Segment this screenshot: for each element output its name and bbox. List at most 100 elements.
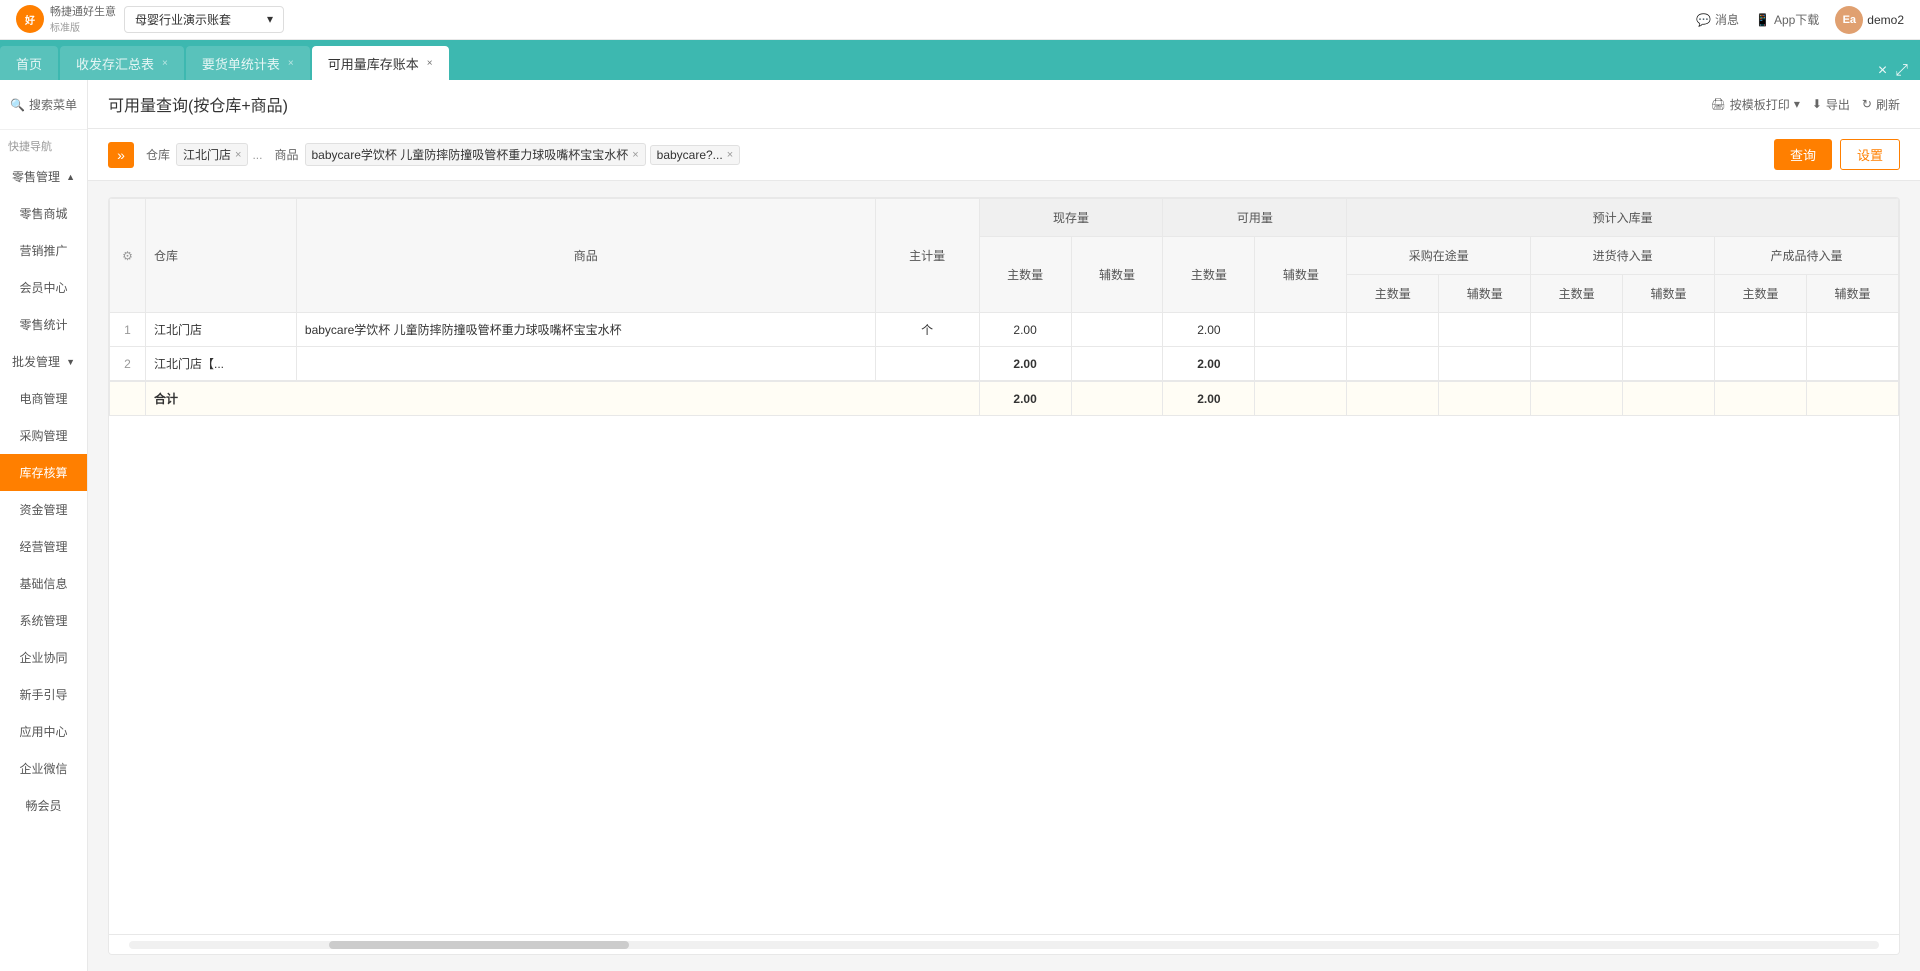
sidebar-item-finance-mgmt-label: 资金管理 xyxy=(19,501,67,518)
chevron-print-icon: ▾ xyxy=(1794,97,1800,111)
sidebar-item-enterprise-collab[interactable]: 企业协同 xyxy=(0,639,87,676)
th-avail-aux: 辅数量 xyxy=(1255,237,1347,313)
product-filter-group: 商品 babycare学饮杯 儿童防摔防撞吸管杯重力球吸嘴杯宝宝水杯 × bab… xyxy=(274,143,740,166)
logo-text-area: 畅捷通好生意 标准版 xyxy=(50,5,116,34)
footer-pt-main xyxy=(1347,381,1439,416)
table-row: 2 江北门店【... 2.00 2.00 xyxy=(110,347,1899,382)
th-avail-main: 主数量 xyxy=(1163,237,1255,313)
sidebar-item-retail-stats[interactable]: 零售统计 xyxy=(0,306,87,343)
footer-avail-aux xyxy=(1255,381,1347,416)
sidebar-item-enterprise-collab-label: 企业协同 xyxy=(19,649,67,666)
footer-pt-aux xyxy=(1439,381,1531,416)
tab-home[interactable]: 首页 xyxy=(0,46,58,80)
app-icon: 📱 xyxy=(1755,13,1770,27)
refresh-icon: ↻ xyxy=(1862,97,1872,111)
sidebar-item-enterprise-wechat[interactable]: 企业微信 xyxy=(0,750,87,787)
settings-button[interactable]: 设置 xyxy=(1840,139,1900,170)
tab-order-stats[interactable]: 要货单统计表 × xyxy=(186,46,310,80)
sidebar-item-basic-info[interactable]: 基础信息 xyxy=(0,565,87,602)
tenant-name: 母婴行业演示账套 xyxy=(135,11,231,28)
th-pt-main: 主数量 xyxy=(1347,275,1439,313)
sidebar-item-wholesale-mgmt[interactable]: 批发管理 ▼ xyxy=(0,343,87,380)
tab-order-stats-close[interactable]: × xyxy=(288,58,294,69)
export-button[interactable]: ⬇ 导出 xyxy=(1812,96,1850,113)
export-label: 导出 xyxy=(1826,96,1850,113)
row-2-num: 2 xyxy=(110,347,146,382)
footer-stock-aux xyxy=(1071,381,1163,416)
tab-bar-expand-btn[interactable]: ⤢ xyxy=(1895,62,1908,80)
footer-row: 合计 2.00 2.00 xyxy=(110,381,1899,416)
th-settings[interactable]: ⚙ xyxy=(110,199,146,313)
tab-receive-summary[interactable]: 收发存汇总表 × xyxy=(60,46,184,80)
product-filter-label: 商品 xyxy=(274,146,298,163)
footer-avail-main: 2.00 xyxy=(1163,381,1255,416)
top-bar-right: 💬 消息 📱 App下载 Ea demo2 xyxy=(1696,6,1904,34)
row-1-pt-aux xyxy=(1439,313,1531,347)
user-name: demo2 xyxy=(1867,13,1904,27)
tab-bar-close-btn[interactable]: × xyxy=(1878,62,1887,80)
sidebar-item-system-mgmt[interactable]: 系统管理 xyxy=(0,602,87,639)
sidebar-item-ecommerce-mgmt-label: 电商管理 xyxy=(19,390,67,407)
message-icon: 💬 xyxy=(1696,13,1711,27)
table-scroll[interactable]: ⚙ 仓库 商品 主计量 现存量 可用量 预计入库量 主数量 xyxy=(109,198,1899,934)
sidebar-item-finance-mgmt[interactable]: 资金管理 xyxy=(0,491,87,528)
sidebar-item-app-center-label: 应用中心 xyxy=(19,723,67,740)
product-tag-close-1[interactable]: × xyxy=(727,149,733,161)
tab-receive-summary-close[interactable]: × xyxy=(162,58,168,69)
sidebar-item-operations-mgmt[interactable]: 经营管理 xyxy=(0,528,87,565)
th-product: 商品 xyxy=(296,199,875,313)
print-button[interactable]: 🖨 按模板打印 ▾ xyxy=(1711,96,1800,113)
sidebar-item-basic-info-label: 基础信息 xyxy=(19,575,67,592)
print-label: 按模板打印 xyxy=(1730,96,1790,113)
tab-available-stock[interactable]: 可用量库存账本 × xyxy=(312,46,449,80)
row-1-stock-aux xyxy=(1071,313,1163,347)
th-pp-main: 主数量 xyxy=(1715,275,1807,313)
sidebar-item-app-center[interactable]: 应用中心 xyxy=(0,713,87,750)
sidebar-item-marketing[interactable]: 营销推广 xyxy=(0,232,87,269)
top-bar-left: 好 畅捷通好生意 标准版 母婴行业演示账套 ▾ xyxy=(16,5,284,34)
gear-icon: ⚙ xyxy=(122,249,133,263)
filter-expand-button[interactable]: » xyxy=(108,142,134,168)
tab-home-label: 首页 xyxy=(16,54,42,73)
warehouse-tag-close-0[interactable]: × xyxy=(235,149,241,161)
tab-available-stock-close[interactable]: × xyxy=(427,58,433,69)
query-button[interactable]: 查询 xyxy=(1774,139,1832,170)
row-2-pt-main xyxy=(1347,347,1439,382)
sidebar-item-new-guide[interactable]: 新手引导 xyxy=(0,676,87,713)
refresh-label: 刷新 xyxy=(1876,96,1900,113)
warehouse-filter-more[interactable]: ... xyxy=(252,148,262,162)
export-icon: ⬇ xyxy=(1812,97,1822,111)
avatar: Ea xyxy=(1835,6,1863,34)
scroll-track[interactable] xyxy=(129,941,1879,949)
refresh-button[interactable]: ↻ 刷新 xyxy=(1862,96,1900,113)
sidebar-item-retail-stats-label: 零售统计 xyxy=(19,316,67,333)
row-2-product xyxy=(296,347,875,382)
row-1-unit: 个 xyxy=(875,313,979,347)
sidebar-item-purchase-mgmt[interactable]: 采购管理 xyxy=(0,417,87,454)
main-layout: 🔍 搜索菜单 快捷导航 零售管理 ▲ 零售商城 营销推广 会员中心 零售统计 批… xyxy=(0,80,1920,971)
filter-bar: » 仓库 江北门店 × ... 商品 babycare学饮杯 儿童防摔防撞吸管杯… xyxy=(88,129,1920,181)
product-tag-text-1: babycare?... xyxy=(657,148,723,162)
th-ip-main: 主数量 xyxy=(1531,275,1623,313)
sidebar-item-member-center[interactable]: 会员中心 xyxy=(0,269,87,306)
tab-bar-left: 首页 收发存汇总表 × 要货单统计表 × 可用量库存账本 × xyxy=(0,40,451,80)
search-menu-button[interactable]: 🔍 搜索菜单 xyxy=(8,90,79,119)
sidebar-item-retail-mgmt[interactable]: 零售管理 ▲ xyxy=(0,158,87,195)
tenant-selector[interactable]: 母婴行业演示账套 ▾ xyxy=(124,6,284,33)
row-1-avail-main: 2.00 xyxy=(1163,313,1255,347)
message-action[interactable]: 💬 消息 xyxy=(1696,11,1739,28)
sidebar-item-retail-mall[interactable]: 零售商城 xyxy=(0,195,87,232)
row-2-avail-main: 2.00 xyxy=(1163,347,1255,382)
app-download-action[interactable]: 📱 App下载 xyxy=(1755,11,1819,28)
product-tag-close-0[interactable]: × xyxy=(632,149,638,161)
sidebar-item-vip-member[interactable]: 畅会员 xyxy=(0,787,87,824)
th-production-pending: 产成品待入量 xyxy=(1715,237,1899,275)
sidebar-item-ecommerce-mgmt[interactable]: 电商管理 xyxy=(0,380,87,417)
user-area[interactable]: Ea demo2 xyxy=(1835,6,1904,34)
footer-stock-main: 2.00 xyxy=(979,381,1071,416)
sidebar-item-inventory-check-label: 库存核算 xyxy=(19,464,67,481)
sidebar: 🔍 搜索菜单 快捷导航 零售管理 ▲ 零售商城 营销推广 会员中心 零售统计 批… xyxy=(0,80,88,971)
sidebar-item-inventory-check[interactable]: 库存核算 xyxy=(0,454,87,491)
tab-order-stats-label: 要货单统计表 xyxy=(202,54,280,73)
row-2-ip-aux xyxy=(1623,347,1715,382)
